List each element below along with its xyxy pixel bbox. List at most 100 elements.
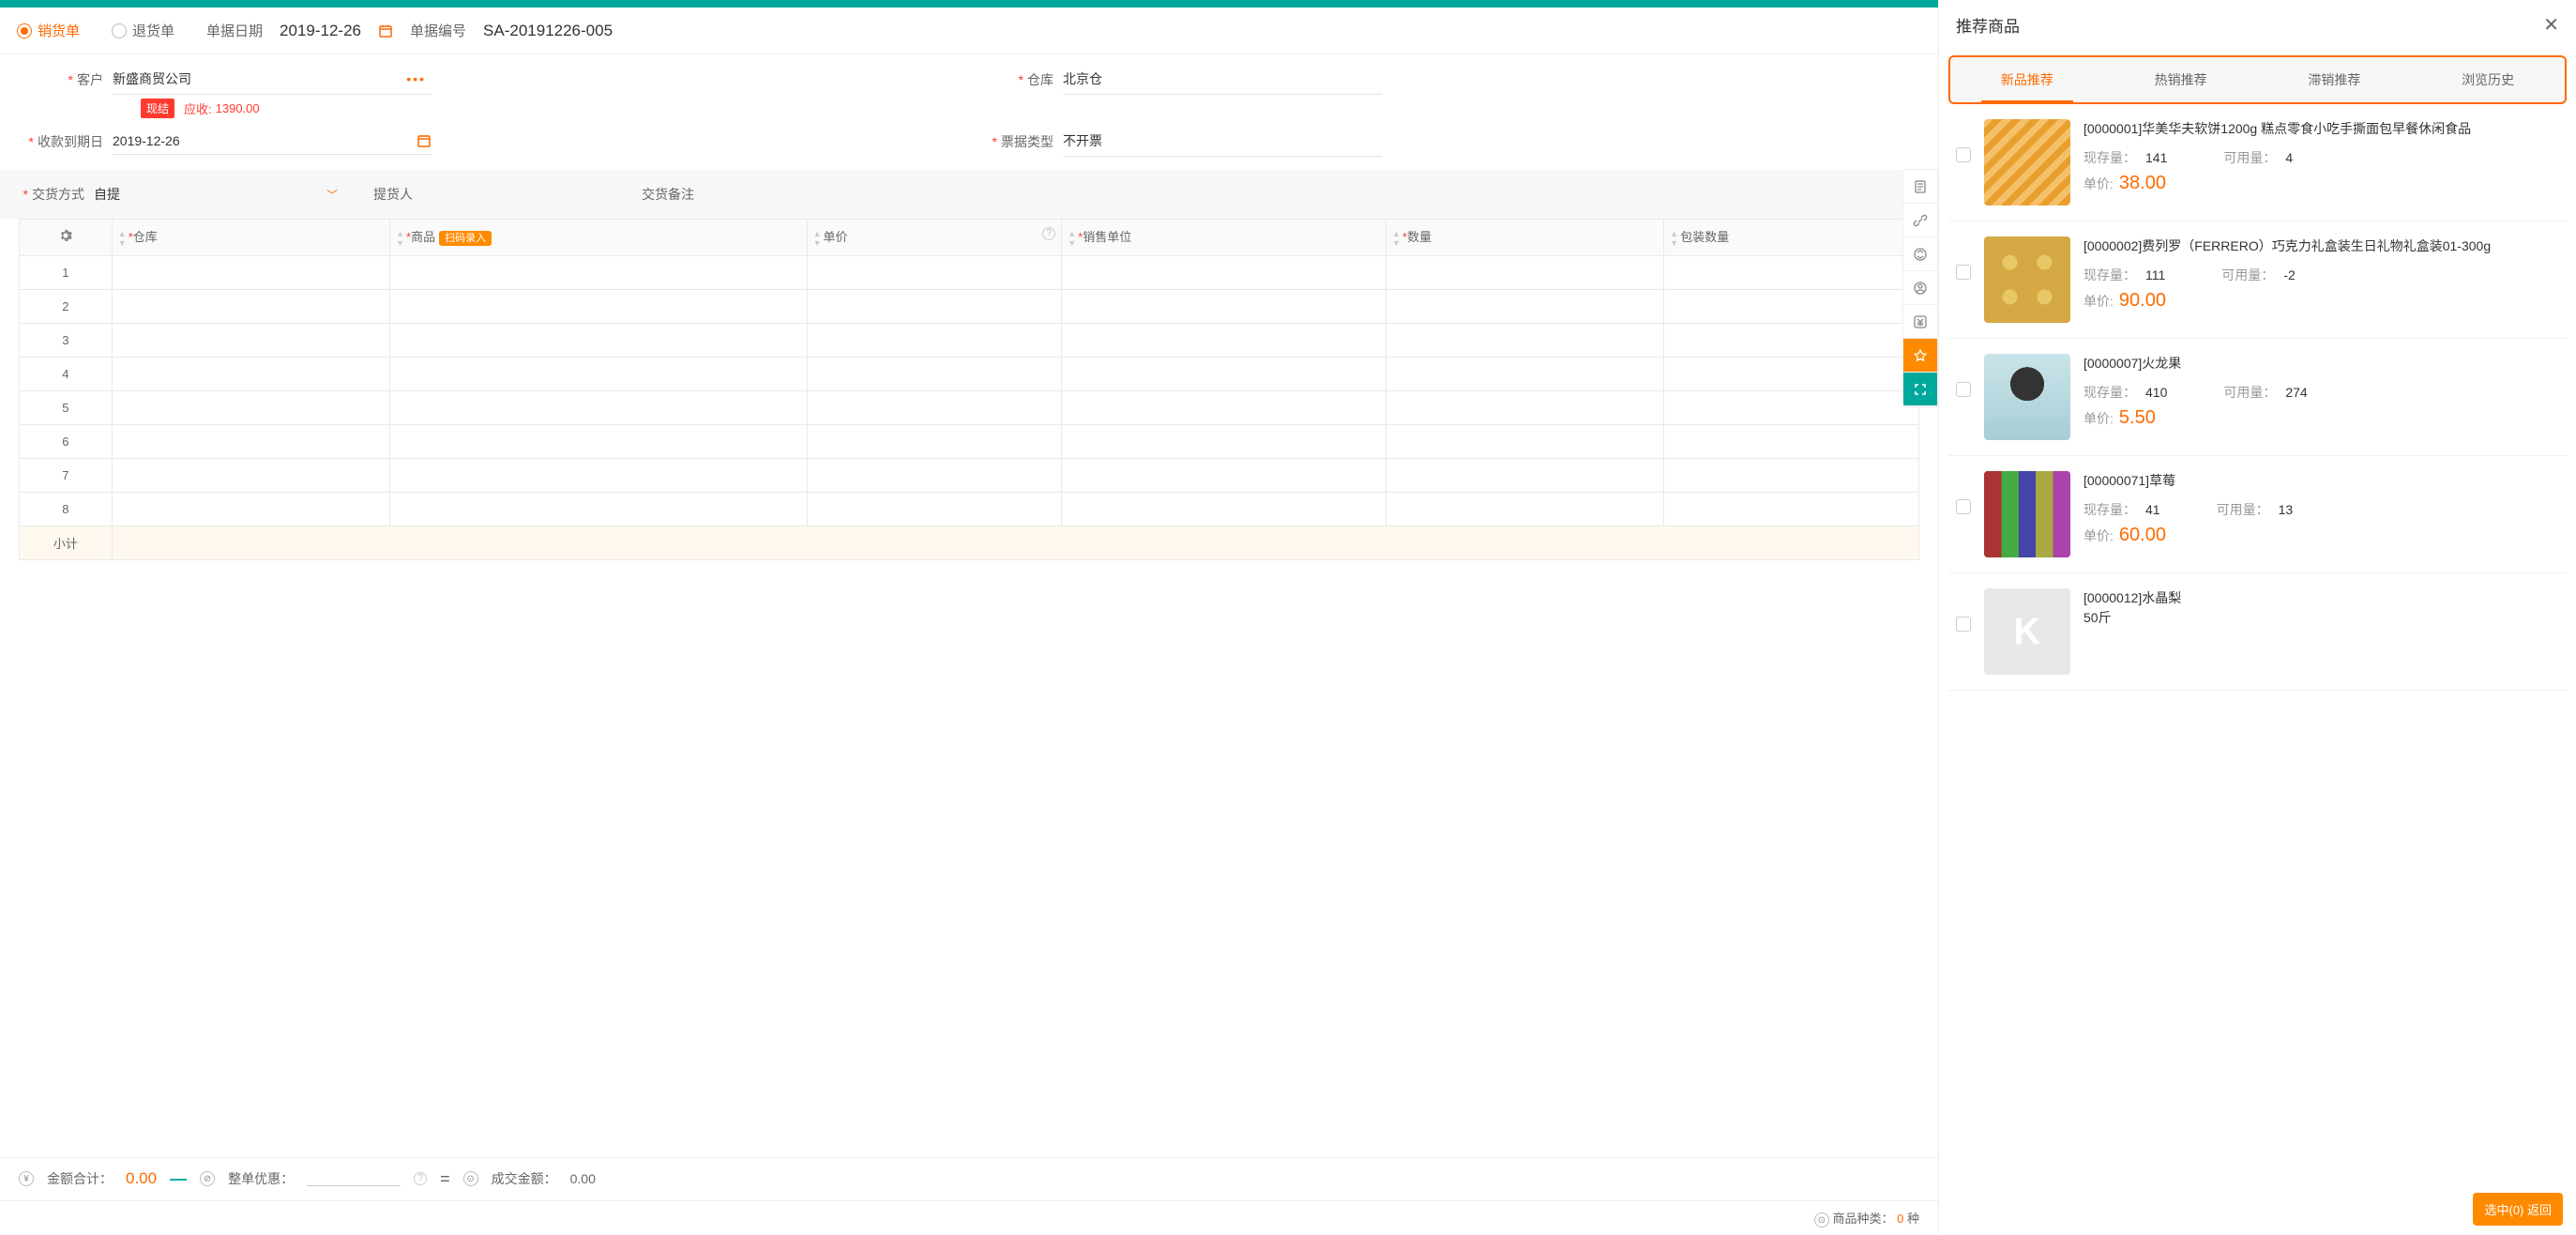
equals-icon: = — [440, 1169, 450, 1189]
item-checkbox[interactable] — [1956, 147, 1971, 162]
date-value[interactable]: 2019-12-26 — [280, 22, 361, 40]
paydate-input[interactable]: 2019-12-26 — [113, 128, 432, 155]
customer-value: 新盛商贸公司 — [113, 69, 191, 88]
gear-column[interactable] — [20, 220, 113, 256]
warehouse-value: 北京仓 — [1063, 69, 1102, 88]
side-toolbar — [1902, 169, 1938, 407]
deal-value: 0.00 — [570, 1171, 596, 1186]
recommend-item[interactable]: [0000002]费列罗（FERRERO）巧克力礼盒装生日礼物礼盒装01-300… — [1948, 221, 2567, 339]
paydate-label: 收款到期日 — [19, 132, 113, 151]
recommend-panel: 推荐商品 ✕ 新品推荐热销推荐滞销推荐浏览历史 [0000001]华美华夫软饼1… — [1938, 0, 2576, 1235]
link-tool[interactable] — [1903, 204, 1937, 237]
col-packqty[interactable]: ▲▼包装数量 — [1664, 220, 1919, 256]
sales-radio-label: 销货单 — [38, 21, 80, 40]
docno-label: 单据编号 — [410, 21, 466, 40]
customer-input[interactable]: 新盛商贸公司 ••• — [113, 64, 432, 95]
gear-icon — [59, 229, 72, 242]
settle-badge: 现结 — [141, 99, 174, 118]
return-radio[interactable]: 退货单 — [112, 21, 174, 40]
panel-title: 推荐商品 — [1956, 13, 2020, 37]
warehouse-input[interactable]: 北京仓 — [1063, 64, 1382, 95]
deal-icon: ⊙ — [463, 1171, 478, 1186]
table-row[interactable]: 4 — [20, 357, 1919, 390]
panel-tab-3[interactable]: 浏览历史 — [2411, 57, 2565, 102]
table-row[interactable]: 6 — [20, 424, 1919, 458]
minus-icon: — — [170, 1169, 187, 1189]
panel-tab-1[interactable]: 热销推荐 — [2104, 57, 2258, 102]
docno-value: SA-20191226-005 — [483, 22, 613, 40]
swap-tool[interactable] — [1903, 237, 1937, 271]
table-row[interactable]: 3 — [20, 323, 1919, 357]
table-row[interactable]: 5 — [20, 390, 1919, 424]
panel-tab-0[interactable]: 新品推荐 — [1950, 57, 2104, 102]
delivery-method-value: 自提 — [94, 185, 120, 204]
item-title: [0000007]火龙果 — [2084, 354, 2559, 374]
page-header: 销货单 退货单 单据日期 2019-12-26 单据编号 SA-20191226… — [0, 8, 1938, 54]
col-unit[interactable]: ▲▼销售单位 — [1062, 220, 1386, 256]
item-checkbox[interactable] — [1956, 382, 1971, 397]
remark-label: 交货备注 — [638, 185, 704, 204]
item-thumb — [1984, 119, 2070, 206]
item-thumb — [1984, 236, 2070, 323]
user-tool[interactable] — [1903, 271, 1937, 305]
kinds-icon: ⊙ — [1814, 1212, 1829, 1227]
table-row[interactable]: 8 — [20, 492, 1919, 526]
subtotal-label: 小计 — [20, 526, 113, 559]
customer-label: 客户 — [19, 70, 113, 89]
recommend-item[interactable]: [0000007]火龙果 现存量：410 可用量：274 单价:5.50 — [1948, 339, 2567, 456]
item-checkbox[interactable] — [1956, 617, 1971, 632]
item-title: [0000001]华美华夫软饼1200g 糕点零食小吃手撕面包早餐休闲食品 — [2084, 119, 2559, 139]
bottom-summary: ⊙ 商品种类： 0 种 — [0, 1200, 1938, 1235]
item-thumb — [1984, 471, 2070, 557]
return-button[interactable]: 选中(0) 返回 — [2473, 1193, 2563, 1226]
customer-more-icon[interactable]: ••• — [401, 71, 432, 86]
table-row[interactable]: 1 — [20, 255, 1919, 289]
panel-tab-2[interactable]: 滞销推荐 — [2258, 57, 2412, 102]
picker-label: 提货人 — [366, 185, 422, 204]
item-title: [0000012]水晶梨50斤 — [2084, 588, 2559, 628]
help-icon[interactable]: ? — [1042, 227, 1055, 240]
calendar-icon[interactable] — [378, 23, 393, 38]
footer-totals: ¥ 金额合计： 0.00 — ⊘ 整单优惠： ? = ⊙ 成交金额： 0.00 — [0, 1157, 1938, 1200]
col-price[interactable]: ▲▼单价? — [807, 220, 1062, 256]
warehouse-label: 仓库 — [969, 70, 1063, 89]
col-warehouse[interactable]: ▲▼仓库 — [112, 220, 389, 256]
items-table: ▲▼仓库 ▲▼商品扫码录入 ▲▼单价? ▲▼销售单位 ▲▼数量 ▲▼包装数量 1… — [19, 219, 1919, 560]
currency-tool[interactable] — [1903, 305, 1937, 339]
sales-radio[interactable]: 销货单 — [17, 21, 80, 40]
radio-icon — [112, 23, 127, 38]
paydate-value: 2019-12-26 — [113, 133, 180, 148]
recommend-item[interactable]: [0000001]华美华夫软饼1200g 糕点零食小吃手撕面包早餐休闲食品 现存… — [1948, 104, 2567, 221]
close-icon[interactable]: ✕ — [2543, 13, 2559, 37]
invoice-select[interactable]: 不开票 — [1063, 126, 1382, 157]
due-info: 现结 应收: 1390.00 — [141, 99, 1919, 118]
item-title: [0000002]费列罗（FERRERO）巧克力礼盒装生日礼物礼盒装01-300… — [2084, 236, 2559, 256]
invoice-value: 不开票 — [1063, 131, 1102, 150]
calendar-icon[interactable] — [417, 133, 432, 148]
currency-icon: ¥ — [19, 1171, 34, 1186]
item-checkbox[interactable] — [1956, 265, 1971, 280]
deal-label: 成交金额： — [492, 1169, 557, 1188]
discount-input[interactable] — [307, 1171, 401, 1186]
chevron-down-icon: ﹀ — [326, 187, 338, 203]
recommend-item[interactable]: K [0000012]水晶梨50斤 — [1948, 573, 2567, 691]
table-row[interactable]: 2 — [20, 289, 1919, 323]
col-product[interactable]: ▲▼商品扫码录入 — [390, 220, 808, 256]
date-label: 单据日期 — [206, 21, 263, 40]
scan-button[interactable]: 扫码录入 — [439, 231, 492, 246]
discount-label: 整单优惠： — [228, 1169, 294, 1188]
table-row[interactable]: 7 — [20, 458, 1919, 492]
picker-input[interactable] — [422, 189, 610, 200]
item-checkbox[interactable] — [1956, 499, 1971, 514]
delivery-method-label: 交货方式 — [19, 185, 94, 204]
help-icon[interactable]: ? — [414, 1172, 427, 1185]
star-tool[interactable] — [1903, 339, 1937, 373]
expand-tool[interactable] — [1903, 373, 1937, 406]
invoice-label: 票据类型 — [969, 132, 1063, 151]
recommend-item[interactable]: [00000071]草莓 现存量：41 可用量：13 单价:60.00 — [1948, 456, 2567, 573]
col-qty[interactable]: ▲▼数量 — [1386, 220, 1663, 256]
delivery-method-select[interactable]: 自提 ﹀ — [94, 179, 338, 209]
total-value: 0.00 — [126, 1169, 157, 1188]
note-tool[interactable] — [1903, 170, 1937, 204]
discount-icon: ⊘ — [200, 1171, 215, 1186]
